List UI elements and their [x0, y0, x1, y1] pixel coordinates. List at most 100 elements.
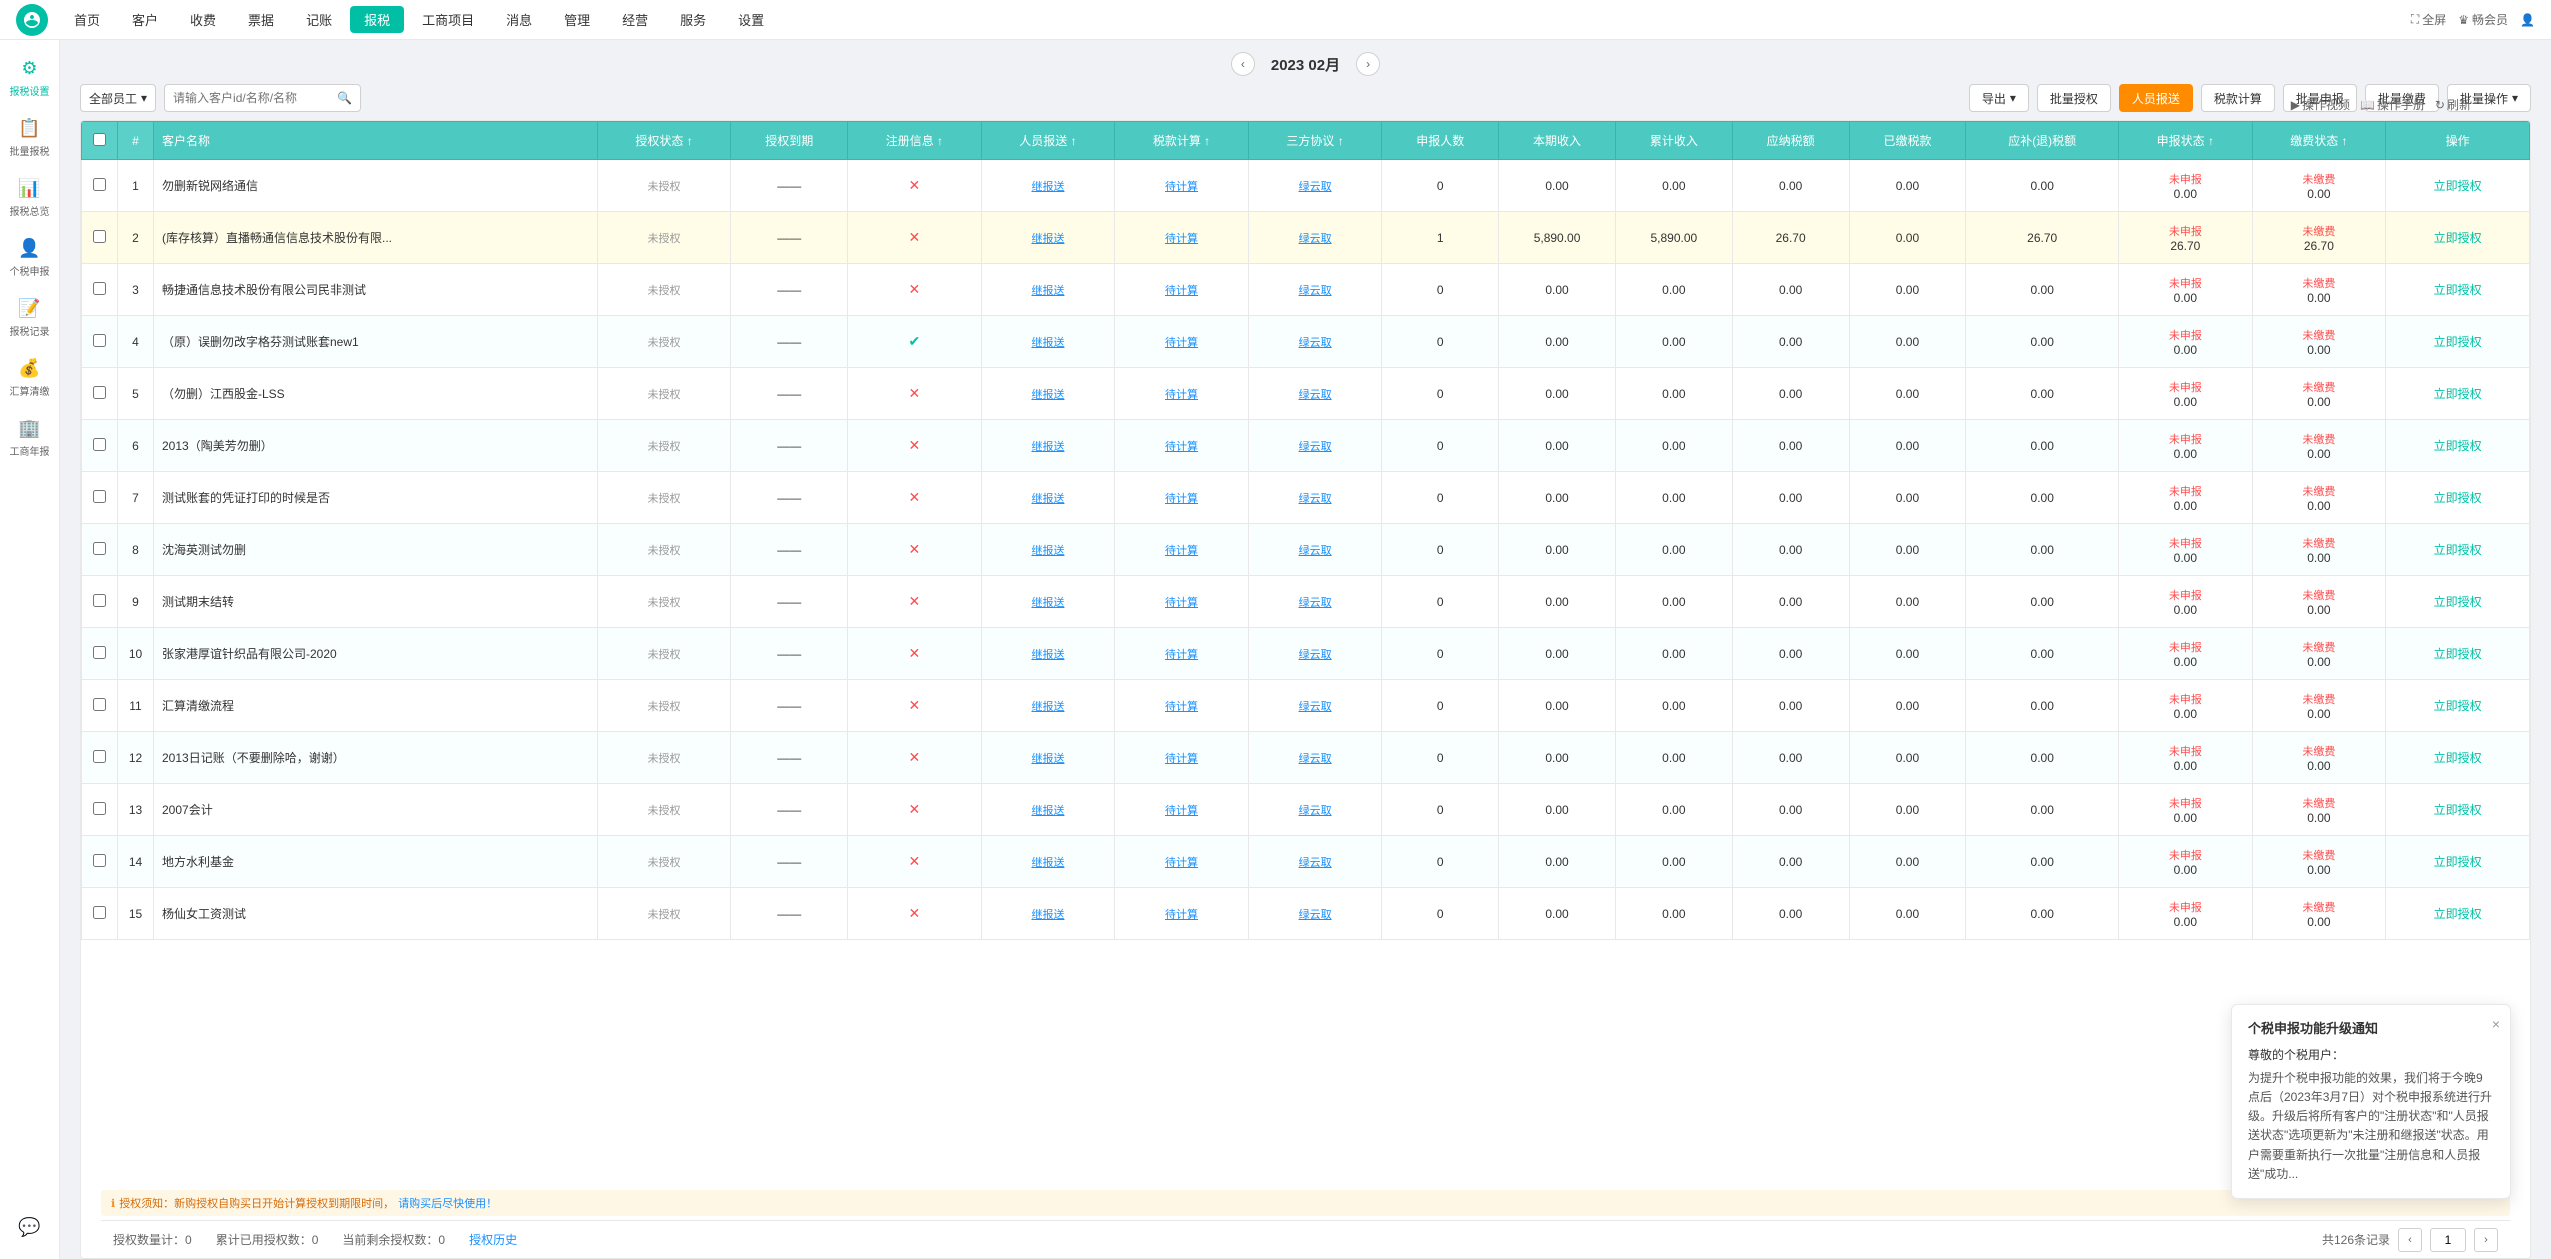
row-index: 15 [118, 888, 154, 940]
nav-manage[interactable]: 管理 [550, 6, 604, 33]
nav-message[interactable]: 消息 [492, 6, 546, 33]
sidebar-item-tax-settings[interactable]: ⚙ 报税设置 [3, 48, 57, 106]
row-checkbox[interactable] [93, 594, 106, 607]
action-cell: 立即授权 [2386, 420, 2530, 472]
customer-name: 2013日记账（不要删除哈，谢谢） [154, 732, 598, 784]
nav-service[interactable]: 服务 [666, 6, 720, 33]
row-checkbox[interactable] [93, 802, 106, 815]
user-avatar[interactable]: 👤 [2520, 13, 2535, 27]
row-checkbox[interactable] [93, 698, 106, 711]
row-checkbox[interactable] [93, 490, 106, 503]
tax-calc-button[interactable]: 税款计算 [2201, 84, 2275, 112]
tax-due: 0.00 [1732, 472, 1849, 524]
row-checkbox[interactable] [93, 178, 106, 191]
auth-count: 授权数量计：0 [113, 1231, 192, 1248]
nav-invoice[interactable]: 票据 [234, 6, 288, 33]
nav-accounting[interactable]: 记账 [292, 6, 346, 33]
personal-tax-button[interactable]: 人员报送 [2119, 84, 2193, 112]
row-checkbox[interactable] [93, 750, 106, 763]
row-index: 9 [118, 576, 154, 628]
sidebar-item-personal-tax[interactable]: 👤 个税申报 [3, 228, 57, 286]
row-index: 3 [118, 264, 154, 316]
sidebar-item-annual-tax[interactable]: 💰 汇算清缴 [3, 348, 57, 406]
tax-calc: 待计算 [1115, 836, 1249, 888]
prev-month-button[interactable]: ‹ [1231, 52, 1255, 76]
report-status: 未申报 0.00 [2119, 524, 2253, 576]
reg-x-icon: ✕ [909, 593, 921, 609]
sidebar-item-annual-report[interactable]: 🏢 工商年报 [3, 408, 57, 466]
row-checkbox[interactable] [93, 646, 106, 659]
row-checkbox[interactable] [93, 438, 106, 451]
row-checkbox[interactable] [93, 386, 106, 399]
person-send: 继报送 [981, 316, 1115, 368]
customer-name: 测试期末结转 [154, 576, 598, 628]
table-scroll[interactable]: # 客户名称 授权状态 ↑ 授权到期 注册信息 ↑ 人员报送 ↑ 税款计算 ↑ … [81, 121, 2530, 1190]
reg-x-icon: ✕ [909, 853, 921, 869]
pagination: 共126条记录 ‹ › [2322, 1228, 2498, 1252]
export-button[interactable]: 导出 ▾ [1969, 84, 2029, 112]
nav-tax[interactable]: 报税 [350, 6, 404, 33]
nav-business[interactable]: 工商项目 [408, 6, 488, 33]
row-checkbox[interactable] [93, 542, 106, 555]
manual-button[interactable]: 📖 操作手册 [2360, 96, 2425, 113]
select-all-checkbox[interactable] [93, 133, 106, 146]
auth-expire: —— [731, 472, 848, 524]
fullscreen-button[interactable]: ⛶ 全屏 [2411, 11, 2446, 28]
fee-status: 未缴费 0.00 [2252, 576, 2386, 628]
tax-paid: 0.00 [1849, 212, 1966, 264]
sidebar-item-batch-tax[interactable]: 📋 批量报税 [3, 108, 57, 166]
sidebar-item-tax-record[interactable]: 📝 报税记录 [3, 288, 57, 346]
auth-notice-link[interactable]: 请购买后尽快使用！ [398, 1195, 497, 1211]
nav-settings[interactable]: 设置 [724, 6, 778, 33]
tax-due: 0.00 [1732, 316, 1849, 368]
reg-x-icon: ✕ [909, 541, 921, 557]
search-input[interactable] [173, 91, 333, 105]
chevron-down-icon: ▾ [141, 91, 147, 105]
total-income: 0.00 [1615, 264, 1732, 316]
customer-name: 地方水利基金 [154, 836, 598, 888]
tri-agreement: 绿云取 [1248, 888, 1382, 940]
prev-page-button[interactable]: ‹ [2398, 1228, 2422, 1252]
batch-auth-button[interactable]: 批量授权 [2037, 84, 2111, 112]
report-status: 未申报 0.00 [2119, 264, 2253, 316]
tax-settings-icon: ⚙ [18, 56, 42, 80]
tax-calc: 待计算 [1115, 680, 1249, 732]
auth-history-link[interactable]: 授权历史 [469, 1231, 517, 1248]
tri-agreement: 绿云取 [1248, 212, 1382, 264]
month-title: 2023 02月 [1271, 54, 1340, 75]
nav-operate[interactable]: 经营 [608, 6, 662, 33]
nav-billing[interactable]: 收费 [176, 6, 230, 33]
video-button[interactable]: ▶ 操作视频 [2291, 96, 2350, 113]
tax-diff: 0.00 [1966, 524, 2119, 576]
row-index: 4 [118, 316, 154, 368]
tax-calc: 待计算 [1115, 524, 1249, 576]
report-count: 0 [1382, 524, 1499, 576]
nav-home[interactable]: 首页 [60, 6, 114, 33]
next-page-button[interactable]: › [2474, 1228, 2498, 1252]
sidebar-item-message[interactable]: 💬 [3, 1207, 57, 1247]
reg-check-icon: ✔ [909, 333, 921, 349]
row-checkbox[interactable] [93, 906, 106, 919]
tax-paid: 0.00 [1849, 784, 1966, 836]
row-checkbox[interactable] [93, 230, 106, 243]
reg-info: ✔ [848, 316, 982, 368]
reg-info: ✕ [848, 784, 982, 836]
nav-customer[interactable]: 客户 [118, 6, 172, 33]
tri-agreement: 绿云取 [1248, 368, 1382, 420]
member-button[interactable]: ♛ 畅会员 [2458, 11, 2508, 28]
row-checkbox[interactable] [93, 282, 106, 295]
next-month-button[interactable]: › [1356, 52, 1380, 76]
row-checkbox[interactable] [93, 334, 106, 347]
refresh-button[interactable]: ↻ 刷新 [2435, 96, 2471, 113]
search-icon[interactable]: 🔍 [337, 91, 352, 105]
page-input[interactable] [2430, 1228, 2466, 1252]
person-send: 继报送 [981, 836, 1115, 888]
tri-agreement: 绿云取 [1248, 836, 1382, 888]
auth-status: 未授权 [597, 316, 731, 368]
employee-filter[interactable]: 全部员工 ▾ [80, 84, 156, 112]
notice-close-button[interactable]: × [2492, 1013, 2500, 1035]
auth-expire: —— [731, 628, 848, 680]
row-checkbox[interactable] [93, 854, 106, 867]
sidebar-item-tax-overview[interactable]: 📊 报税总览 [3, 168, 57, 226]
fee-status: 未缴费 0.00 [2252, 160, 2386, 212]
